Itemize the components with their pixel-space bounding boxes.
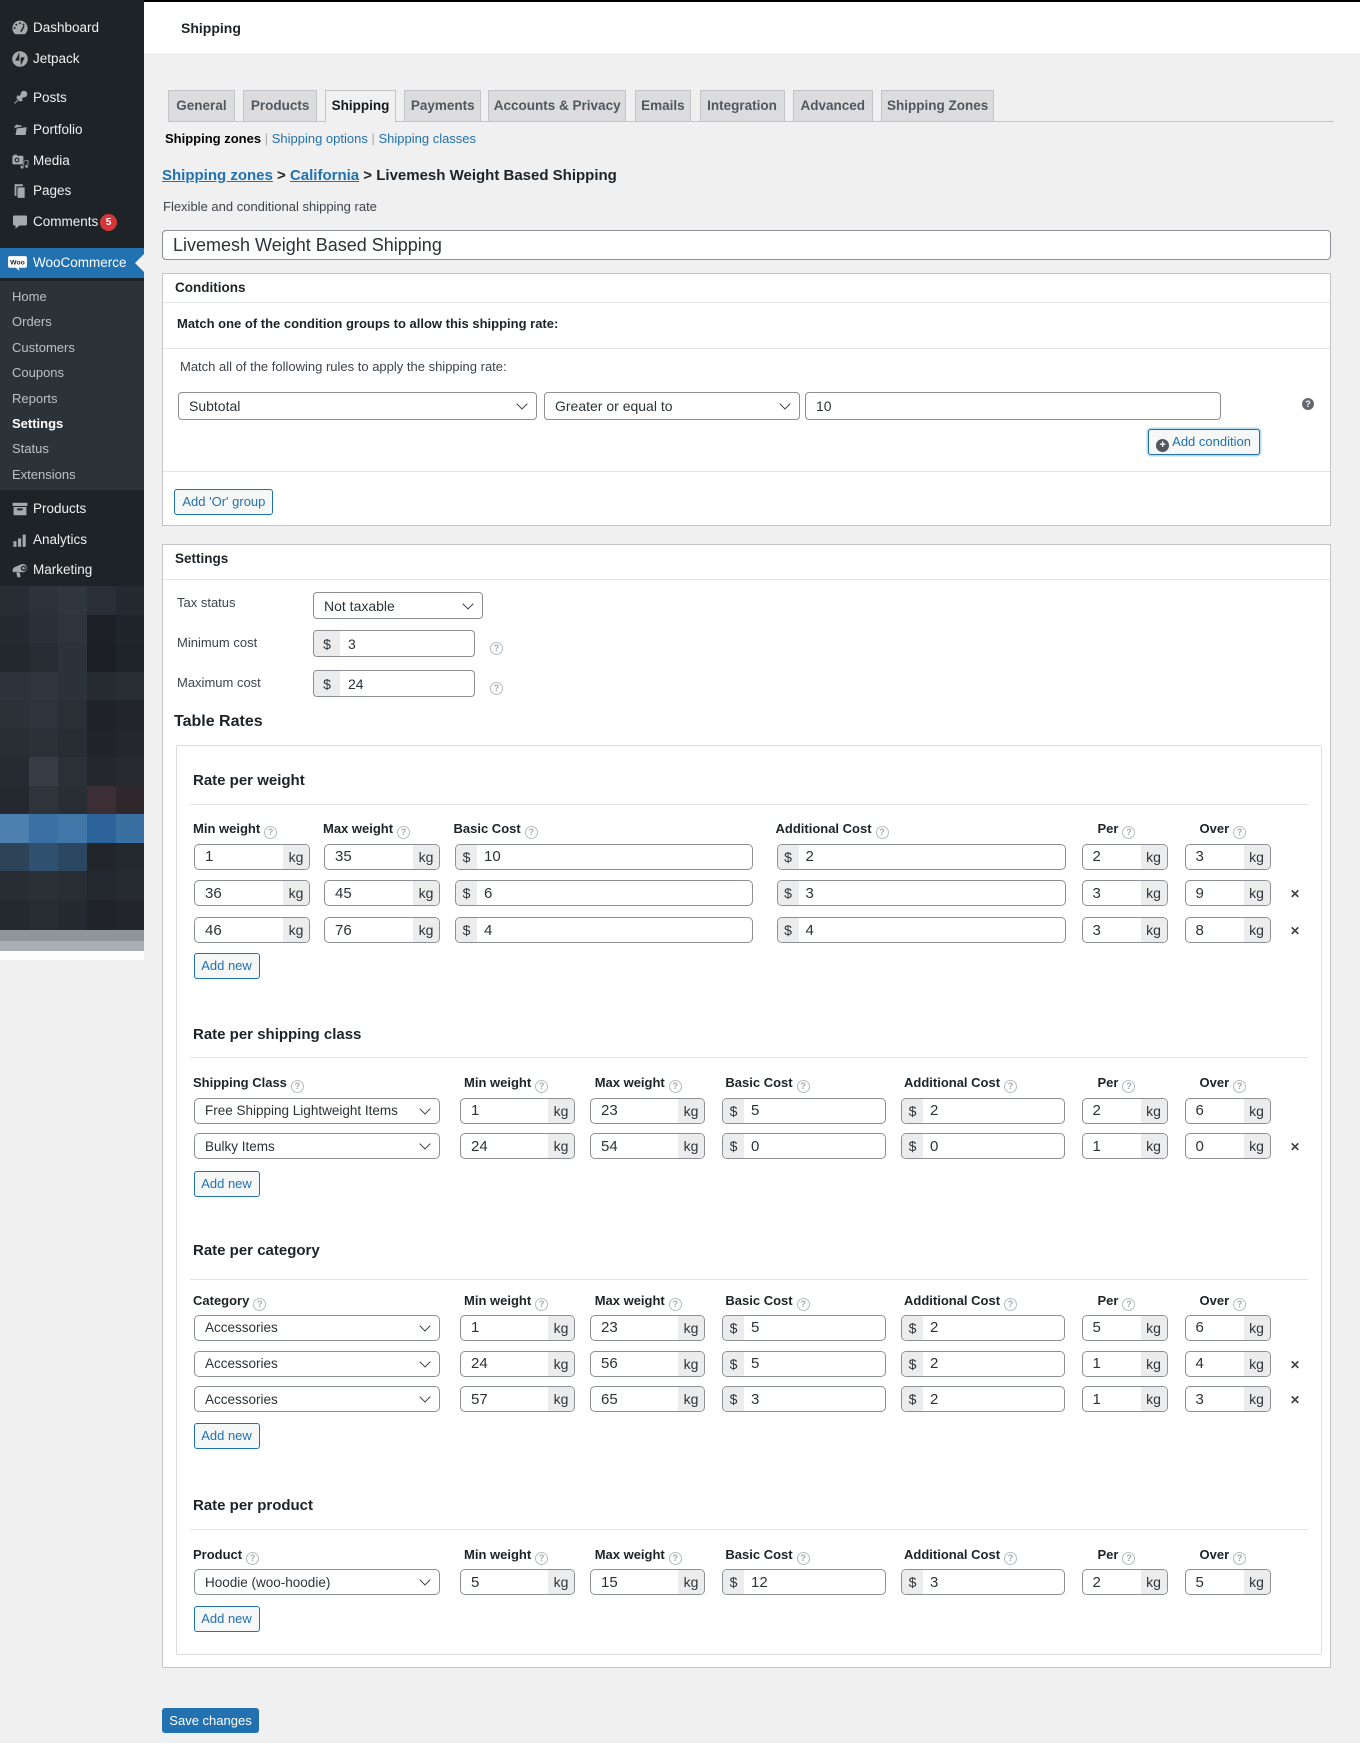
svg-text:Woo: Woo	[10, 259, 25, 266]
